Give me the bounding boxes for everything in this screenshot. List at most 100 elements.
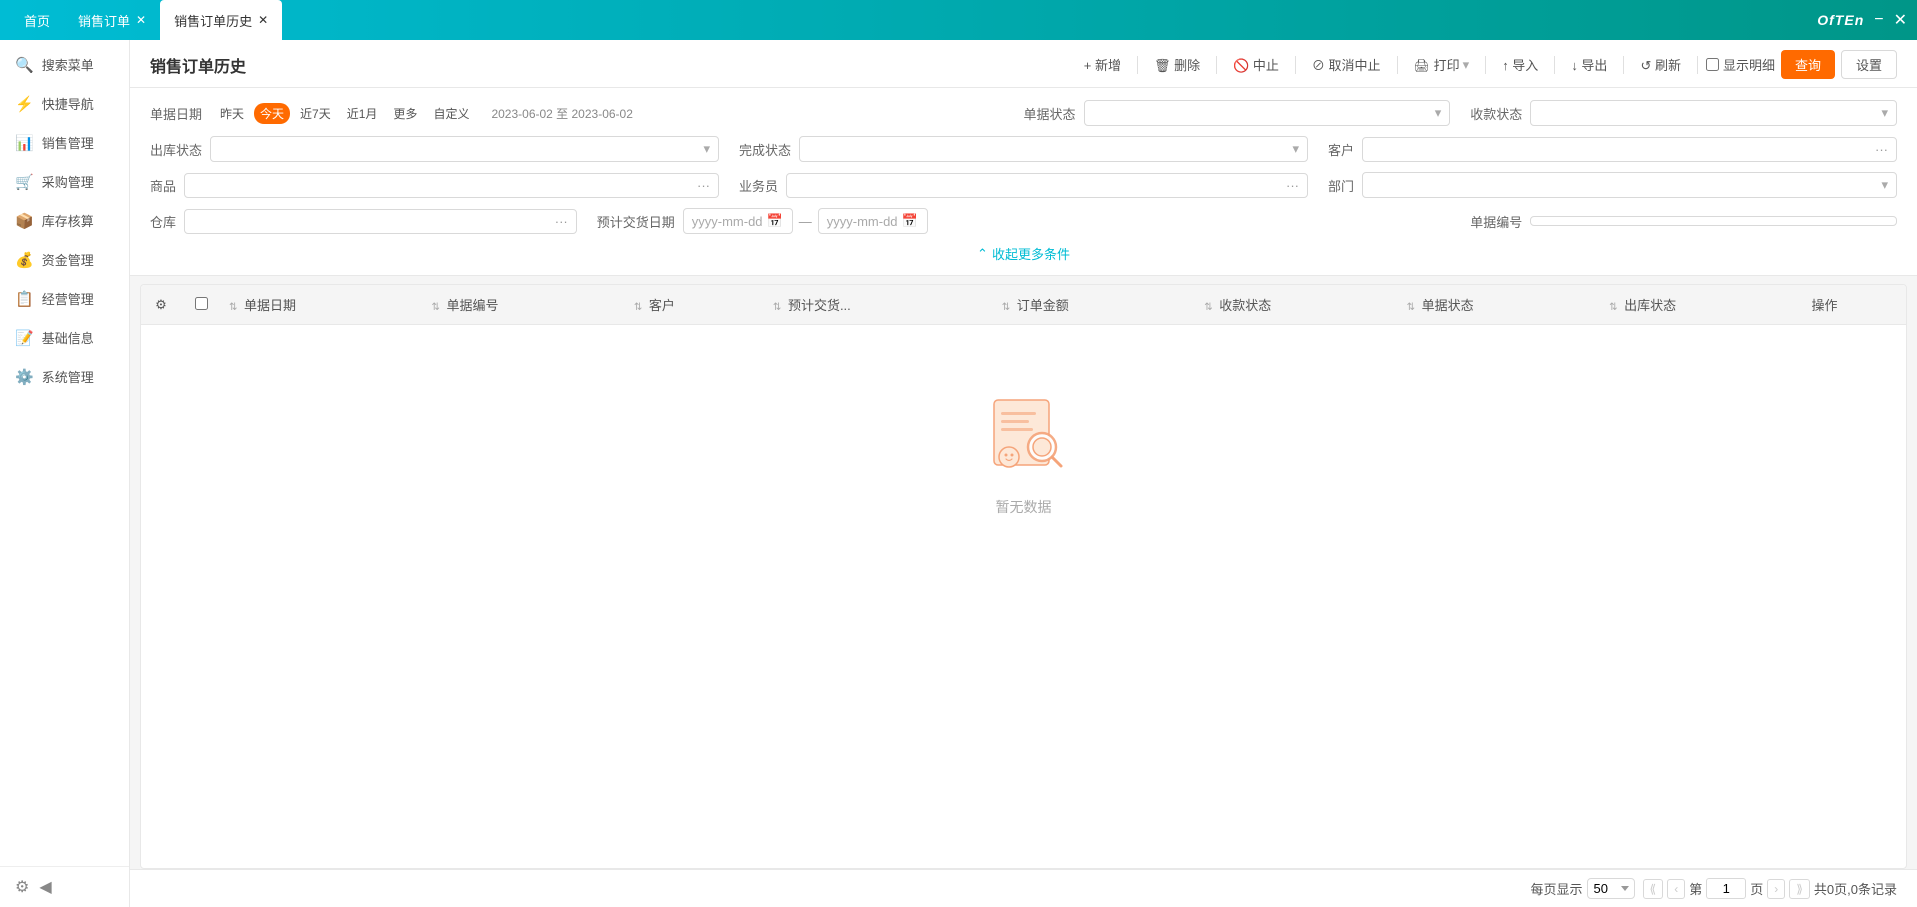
department-select[interactable]: ▾: [1362, 172, 1897, 198]
th-out-stock-label: 出库状态: [1624, 298, 1676, 313]
last-page-btn[interactable]: ⟫: [1789, 879, 1810, 899]
window-close-btn[interactable]: ✕: [1894, 10, 1907, 30]
query-btn[interactable]: 查询: [1781, 50, 1835, 79]
next-page-btn[interactable]: ›: [1767, 879, 1785, 899]
date-quick-btns: 昨天 今天 近7天 近1月 更多 自定义: [214, 103, 475, 124]
collapse-row[interactable]: ⌃ 收起更多条件: [150, 244, 1897, 263]
sidebar-item-quick-nav[interactable]: ⚡ 快捷导航: [0, 84, 129, 123]
doc-no-sort-icon[interactable]: ⇅: [431, 302, 439, 313]
page-suffix: 页: [1750, 879, 1763, 898]
export-btn[interactable]: ↓ 导出: [1563, 51, 1615, 78]
expected-date-sort-icon[interactable]: ⇅: [773, 302, 781, 313]
pay-status-select[interactable]: ▾: [1530, 100, 1897, 126]
sys-mgmt-icon: ⚙️: [15, 368, 34, 386]
warehouse-dots: ···: [555, 214, 568, 229]
date-btn-custom[interactable]: 自定义: [427, 103, 475, 124]
doc-no-label: 单据编号: [1470, 212, 1522, 231]
date-btn-7days[interactable]: 近7天: [294, 103, 337, 124]
show-detail-checkbox-label[interactable]: 显示明细: [1706, 55, 1775, 74]
new-btn[interactable]: + 新增: [1076, 51, 1129, 78]
sidebar-item-base-info[interactable]: 📝 基础信息: [0, 318, 129, 357]
th-checkbox[interactable]: [181, 285, 221, 325]
date-sort-icon[interactable]: ⇅: [229, 302, 237, 313]
out-stock-sort-icon[interactable]: ⇅: [1609, 302, 1617, 313]
th-pay-status-label: 收款状态: [1219, 298, 1271, 313]
prev-page-btn[interactable]: ‹: [1667, 879, 1685, 899]
filter-warehouse: 仓库 ···: [150, 209, 577, 234]
customer-filter-label: 客户: [1328, 140, 1354, 159]
pay-status-sort-icon[interactable]: ⇅: [1204, 302, 1212, 313]
tab-home[interactable]: 首页: [10, 0, 64, 40]
sidebar-item-sales-mgmt-label: 销售管理: [42, 133, 94, 152]
doc-status-select[interactable]: ▾: [1084, 100, 1451, 126]
th-doc-status-label: 单据状态: [1422, 298, 1474, 313]
doc-no-input[interactable]: [1530, 216, 1897, 226]
th-settings[interactable]: ⚙: [141, 285, 181, 325]
date-btn-today[interactable]: 今天: [254, 103, 290, 124]
doc-status-arrow: ▾: [1435, 105, 1442, 121]
page-size-select[interactable]: 10 20 50 100: [1587, 878, 1635, 899]
sidebar-settings-icon[interactable]: ⚙: [15, 877, 29, 897]
query-btn-label: 查询: [1795, 58, 1821, 73]
sidebar-item-purchase-mgmt[interactable]: 🛒 采购管理: [0, 162, 129, 201]
out-stock-select[interactable]: ▾: [210, 136, 719, 162]
window-min-btn[interactable]: −: [1874, 11, 1883, 29]
empty-text: 暂无数据: [996, 497, 1052, 517]
date-to-text: yyyy-mm-dd: [827, 214, 898, 229]
expected-date-from[interactable]: yyyy-mm-dd 📅: [683, 208, 793, 234]
sidebar: 🔍 搜索菜单 ⚡ 快捷导航 📊 销售管理 🛒 采购管理 📦 库存核算 💰 资金管…: [0, 40, 130, 907]
delete-btn[interactable]: 🗑 删除: [1146, 51, 1208, 78]
data-table: ⚙ ⇅ 单据日期 ⇅ 单据编号: [141, 285, 1906, 577]
first-page-btn[interactable]: ⟪: [1643, 879, 1664, 899]
cancel-stop-btn[interactable]: ⊘ 取消中止: [1304, 51, 1389, 78]
divider-5: [1485, 56, 1486, 74]
tab-sales-order-close[interactable]: ✕: [136, 13, 146, 27]
sidebar-item-sales-mgmt[interactable]: 📊 销售管理: [0, 123, 129, 162]
settings-gear-icon[interactable]: ⚙: [155, 297, 167, 312]
th-amount: ⇅ 订单金额: [994, 285, 1196, 325]
doc-status-label: 单据状态: [1024, 104, 1076, 123]
warehouse-select[interactable]: ···: [184, 209, 577, 234]
show-detail-checkbox[interactable]: [1706, 58, 1719, 71]
sidebar-item-ops-mgmt[interactable]: 📋 经营管理: [0, 279, 129, 318]
sidebar-item-inventory[interactable]: 📦 库存核算: [0, 201, 129, 240]
sidebar-item-funds-mgmt[interactable]: 💰 资金管理: [0, 240, 129, 279]
expected-date-to[interactable]: yyyy-mm-dd 📅: [818, 208, 928, 234]
select-all-checkbox[interactable]: [195, 297, 208, 310]
tab-sales-history[interactable]: 销售订单历史 ✕: [160, 0, 282, 40]
sidebar-item-search-menu[interactable]: 🔍 搜索菜单: [0, 45, 129, 84]
new-btn-label: + 新增: [1084, 55, 1121, 74]
tab-sales-order-label: 销售订单: [78, 11, 130, 30]
content-area: 销售订单历史 + 新增 🗑 删除 🚫 中止 ⊘ 取消中止: [130, 40, 1917, 907]
stop-btn[interactable]: 🚫 中止: [1225, 51, 1287, 78]
sidebar-item-quick-nav-label: 快捷导航: [42, 94, 94, 113]
filter-date: 单据日期 昨天 今天 近7天 近1月 更多 自定义 2023-06-02 至 2…: [150, 103, 1004, 124]
date-filter-label: 单据日期: [150, 104, 202, 123]
settings-btn[interactable]: 设置: [1841, 50, 1897, 79]
page-title: 销售订单历史: [150, 53, 246, 77]
sidebar-item-search-menu-label: 搜索菜单: [42, 55, 94, 74]
print-btn[interactable]: 🖨 打印 ▾: [1406, 51, 1478, 78]
sales-person-select[interactable]: ···: [786, 173, 1308, 198]
date-btn-1month[interactable]: 近1月: [341, 103, 384, 124]
complete-status-select[interactable]: ▾: [799, 136, 1308, 162]
sidebar-bottom: ⚙ ◀: [0, 866, 129, 907]
refresh-btn[interactable]: ↺ 刷新: [1632, 51, 1689, 78]
page-input[interactable]: [1706, 878, 1746, 899]
filter-pay-status: 收款状态 ▾: [1470, 100, 1897, 126]
customer-select[interactable]: ···: [1362, 137, 1897, 162]
sidebar-item-sys-mgmt[interactable]: ⚙️ 系统管理: [0, 357, 129, 396]
tab-sales-order[interactable]: 销售订单 ✕: [64, 0, 160, 40]
import-btn[interactable]: ↑ 导入: [1494, 51, 1546, 78]
sidebar-collapse-icon[interactable]: ◀: [39, 877, 51, 897]
date-btn-more[interactable]: 更多: [387, 103, 423, 124]
goods-select[interactable]: ···: [184, 173, 719, 198]
doc-status-sort-icon[interactable]: ⇅: [1407, 302, 1415, 313]
customer-sort-icon[interactable]: ⇅: [634, 302, 642, 313]
export-btn-label: ↓ 导出: [1571, 55, 1607, 74]
date-btn-yesterday[interactable]: 昨天: [214, 103, 250, 124]
divider-8: [1697, 56, 1698, 74]
tab-sales-history-close[interactable]: ✕: [258, 13, 268, 27]
th-action: 操作: [1804, 285, 1906, 325]
amount-sort-icon[interactable]: ⇅: [1002, 302, 1010, 313]
